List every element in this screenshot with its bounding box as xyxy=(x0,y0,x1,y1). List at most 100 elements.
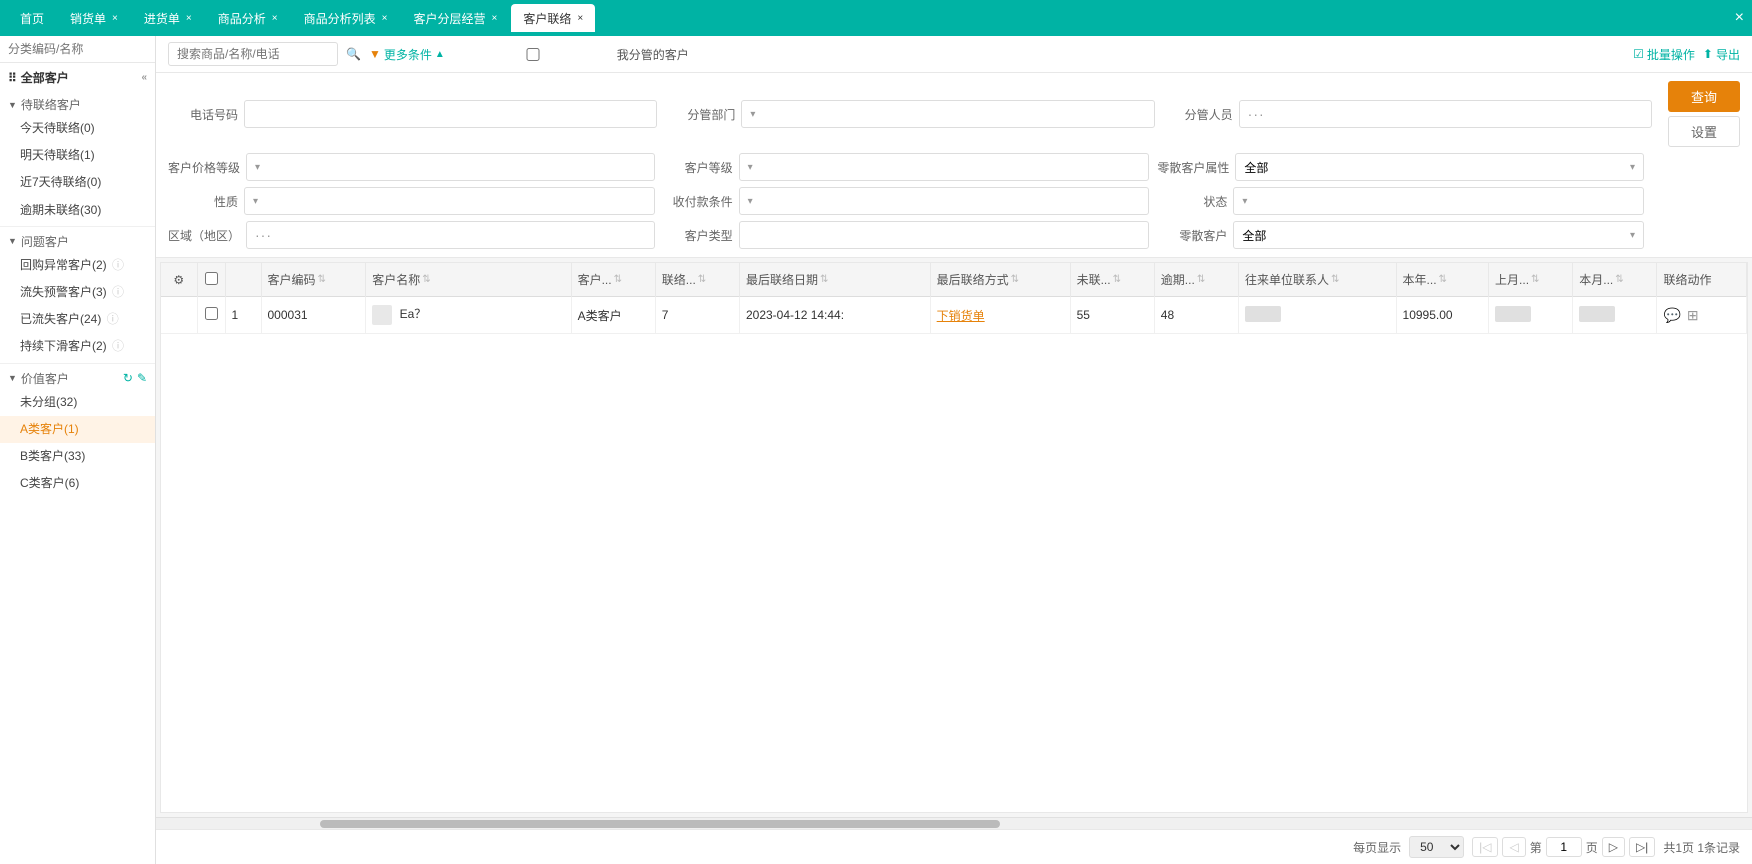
sidebar-item-tomorrow[interactable]: 明天待联络(1) xyxy=(0,142,155,169)
col-name[interactable]: 客户名称 ⇅ xyxy=(366,263,571,297)
nav-tab-analysis[interactable]: 商品分析 × xyxy=(206,4,290,32)
my-customers-checkbox-label[interactable]: 我分管的客户 xyxy=(453,46,689,63)
sidebar-item-class-c[interactable]: C类客户(6) xyxy=(0,470,155,497)
export-button[interactable]: ⬆ 导出 xyxy=(1703,46,1740,63)
page-number-input[interactable] xyxy=(1546,837,1582,857)
person-dots-icon: ··· xyxy=(1248,106,1265,122)
qr-icon[interactable]: ⊞ xyxy=(1687,307,1699,324)
sidebar-search-input[interactable] xyxy=(8,42,156,56)
close-purchase-icon[interactable]: × xyxy=(186,13,192,24)
col-checkbox[interactable] xyxy=(197,263,225,297)
prev-page-button[interactable]: ◁ xyxy=(1502,837,1525,857)
nav-tab-sales[interactable]: 销货单 × xyxy=(58,4,130,32)
close-sales-icon[interactable]: × xyxy=(112,13,118,24)
all-customers-header[interactable]: ⠿ 全部客户 « xyxy=(0,63,155,92)
row-checkbox[interactable] xyxy=(205,307,218,320)
close-analysis-icon[interactable]: × xyxy=(272,13,278,24)
sidebar-item-class-a[interactable]: A类客户(1) xyxy=(0,416,155,443)
status-select[interactable]: ▾ xyxy=(1233,187,1644,215)
nature-select[interactable]: ▾ xyxy=(244,187,655,215)
sidebar-group-pending[interactable]: ▼ 待联络客户 xyxy=(0,92,155,115)
sidebar-item-today[interactable]: 今天待联络(0) xyxy=(0,115,155,142)
my-customers-checkbox[interactable] xyxy=(453,48,613,61)
col-last-date[interactable]: 最后联络日期 ⇅ xyxy=(739,263,930,297)
customer-level-select[interactable]: ▾ xyxy=(739,153,1150,181)
nav-tab-home[interactable]: 首页 xyxy=(8,4,56,32)
close-customer-segment-icon[interactable]: × xyxy=(491,13,497,24)
filter-cell-nature: 性质 ▾ xyxy=(168,187,655,215)
value-group-actions[interactable]: ↻ ✎ xyxy=(123,371,147,385)
col-this-month[interactable]: 本月... ⇅ xyxy=(1573,263,1657,297)
nav-tab-purchase[interactable]: 进货单 × xyxy=(132,4,204,32)
more-conditions-button[interactable]: ▼ 更多条件 ▲ xyxy=(369,46,445,63)
region-dots-icon: ··· xyxy=(255,227,272,243)
customer-type-input[interactable] xyxy=(739,221,1150,249)
last-method-link[interactable]: 下销货单 xyxy=(937,309,985,323)
col-code-label: 客户编码 xyxy=(268,271,316,288)
person-input[interactable]: ··· xyxy=(1239,100,1652,128)
settings-gear-icon[interactable]: ⚙ xyxy=(173,273,184,287)
nav-tab-customer-segment[interactable]: 客户分层经营 × xyxy=(401,4,509,32)
customer-contact-label: 客户联络 xyxy=(523,10,571,27)
search-icon[interactable]: 🔍 xyxy=(346,47,361,61)
sidebar-item-class-b[interactable]: B类客户(33) xyxy=(0,443,155,470)
price-level-select[interactable]: ▾ xyxy=(246,153,655,181)
page-label: 第 xyxy=(1530,839,1542,856)
refresh-icon[interactable]: ↻ xyxy=(123,371,133,385)
col-settings[interactable]: ⚙ xyxy=(161,263,197,297)
sidebar-item-unclassified[interactable]: 未分组(32) xyxy=(0,389,155,416)
search-input[interactable] xyxy=(168,42,338,66)
sidebar-group-value[interactable]: ▼ 价值客户 ↻ ✎ xyxy=(0,366,155,389)
row-checkbox-cell[interactable] xyxy=(197,297,225,334)
col-code[interactable]: 客户编码 ⇅ xyxy=(261,263,366,297)
dept-select[interactable]: ▾ xyxy=(741,100,1154,128)
col-last-month[interactable]: 上月... ⇅ xyxy=(1489,263,1573,297)
row-name[interactable]: Ea？ xyxy=(366,297,571,334)
col-last-method[interactable]: 最后联络方式 ⇅ xyxy=(930,263,1070,297)
last-page-button[interactable]: ▷| xyxy=(1629,837,1655,857)
sidebar-item-declining[interactable]: 持续下滑客户(2) ⓘ xyxy=(0,333,155,360)
first-page-button[interactable]: |◁ xyxy=(1472,837,1498,857)
payment-select[interactable]: ▾ xyxy=(739,187,1150,215)
row-last-method[interactable]: 下销货单 xyxy=(930,297,1070,334)
per-page-select[interactable]: 50 100 200 xyxy=(1409,836,1464,858)
sidebar-item-7days[interactable]: 近7天待联络(0) xyxy=(0,169,155,196)
col-contact[interactable]: 联络... ⇅ xyxy=(655,263,739,297)
sort-last-date-icon: ⇅ xyxy=(820,274,828,285)
sidebar-item-overdue[interactable]: 逾期未联络(30) xyxy=(0,197,155,224)
name-avatar xyxy=(372,305,392,325)
sort-category-icon: ⇅ xyxy=(614,274,622,285)
sidebar-search-bar[interactable]: 🔍 xyxy=(0,36,155,63)
col-not-contacted[interactable]: 未联... ⇅ xyxy=(1070,263,1154,297)
close-analysis-list-icon[interactable]: × xyxy=(382,13,388,24)
sidebar-item-repurchase[interactable]: 回购异常客户(2) ⓘ xyxy=(0,252,155,279)
region-input[interactable]: ··· xyxy=(246,221,655,249)
col-this-year-label: 本年... xyxy=(1403,271,1437,288)
sidebar-item-churned[interactable]: 已流失客户(24) ⓘ xyxy=(0,306,155,333)
horizontal-scrollbar[interactable] xyxy=(156,817,1752,829)
sparse-select[interactable]: 全部 ▾ xyxy=(1233,221,1644,249)
col-unit-contact[interactable]: 往来单位联系人 ⇅ xyxy=(1239,263,1397,297)
close-customer-contact-icon[interactable]: × xyxy=(577,13,583,24)
col-overdue[interactable]: 逾期... ⇅ xyxy=(1154,263,1238,297)
settings-button[interactable]: 设置 xyxy=(1668,116,1740,147)
unit-contact-placeholder xyxy=(1245,306,1281,322)
select-all-checkbox[interactable] xyxy=(205,272,218,285)
sidebar-group-problem[interactable]: ▼ 问题客户 xyxy=(0,229,155,252)
filter-cell-price-level: 客户价格等级 ▾ xyxy=(168,153,655,181)
edit-icon[interactable]: ✎ xyxy=(137,371,147,385)
info-icon-declining: ⓘ xyxy=(112,339,124,353)
scrollbar-thumb[interactable] xyxy=(320,820,1000,828)
col-category[interactable]: 客户... ⇅ xyxy=(571,263,655,297)
phone-input[interactable] xyxy=(244,100,657,128)
next-page-button[interactable]: ▷ xyxy=(1602,837,1625,857)
query-button[interactable]: 查询 xyxy=(1668,81,1740,112)
nav-tab-customer-contact[interactable]: 客户联络 × xyxy=(511,4,595,32)
sparse-attr-select[interactable]: 全部 ▾ xyxy=(1235,153,1644,181)
chat-icon[interactable]: 💬 xyxy=(1663,307,1680,324)
nav-tab-analysis-list[interactable]: 商品分析列表 × xyxy=(292,4,400,32)
batch-op-button[interactable]: ☑ 批量操作 xyxy=(1633,46,1695,63)
col-this-year[interactable]: 本年... ⇅ xyxy=(1396,263,1489,297)
close-all-button[interactable]: × xyxy=(1735,9,1744,27)
sidebar-item-churn-warning[interactable]: 流失预警客户(3) ⓘ xyxy=(0,279,155,306)
